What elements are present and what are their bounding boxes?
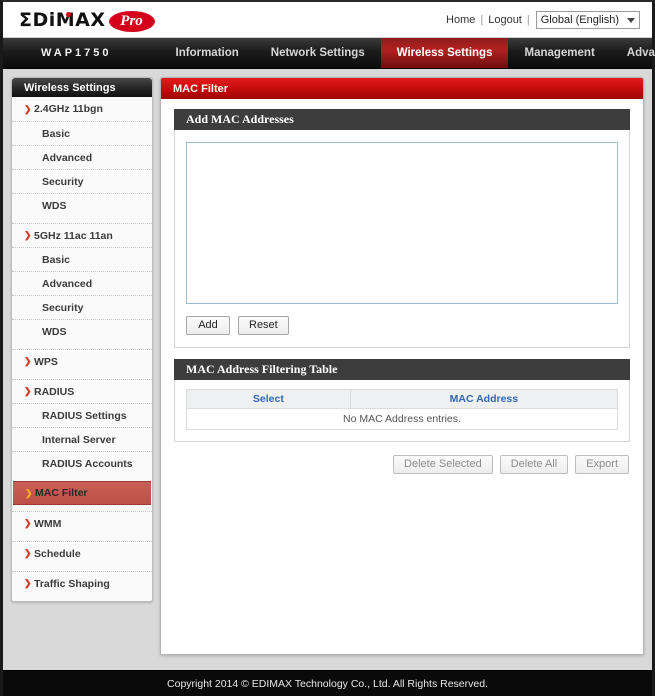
header-links: Home | Logout | Global (English) (441, 11, 640, 29)
mac-address-table-head: Select MAC Address (186, 389, 619, 409)
chevron-right-icon: ❯ (24, 356, 32, 366)
sidebar-item-traffic-shaping[interactable]: ❯ Traffic Shaping (12, 571, 152, 595)
chevron-right-icon: ❯ (24, 386, 32, 396)
sidebar-item-label: RADIUS (34, 385, 75, 398)
delete-all-button[interactable]: Delete All (499, 455, 569, 474)
add-mac-addresses-heading: Add MAC Addresses (174, 109, 630, 130)
sidebar-item-radius[interactable]: ❯ RADIUS (12, 379, 152, 403)
table-action-buttons: Delete Selected Delete All Export (174, 455, 630, 474)
table-row: No MAC Address entries. (186, 408, 618, 430)
mac-filtering-table-body: Select MAC Address No MAC Address entrie… (174, 380, 630, 442)
add-button[interactable]: Add (186, 316, 230, 335)
content-panel: MAC Filter Add MAC Addresses Add Reset M… (160, 77, 644, 655)
mac-filtering-table-panel: MAC Address Filtering Table Select MAC A… (174, 359, 630, 474)
sidebar-item-label: 5GHz 11ac 11an (34, 229, 113, 242)
sidebar-item-label: Advanced (42, 277, 93, 290)
sidebar-item-label: WDS (42, 199, 67, 212)
sidebar-item-label: RADIUS Settings (42, 409, 127, 422)
sidebar-item-wps[interactable]: ❯ WPS (12, 349, 152, 373)
sidebar-item-basic[interactable]: Basic (12, 247, 152, 271)
chevron-right-icon: ❯ (24, 518, 32, 528)
copyright-text: Copyright 2014 © EDIMAX Technology Co., … (167, 677, 488, 690)
sidebar-item-schedule[interactable]: ❯ Schedule (12, 541, 152, 565)
sidebar-item-label: Advanced (42, 151, 93, 164)
empty-message: No MAC Address entries. (186, 408, 618, 430)
edimax-pro-logo: ΣDiMAX Pro (19, 8, 155, 34)
logout-link[interactable]: Logout (483, 14, 527, 26)
nav-tab-management[interactable]: Management (508, 38, 610, 68)
sidebar-item-wds[interactable]: WDS (12, 193, 152, 217)
sidebar-item-2-4ghz-11bgn[interactable]: ❯ 2.4GHz 11bgn (12, 97, 152, 121)
nav-tab-list: Information Network Settings Wireless Sett… (160, 38, 655, 68)
sidebar-item-wds[interactable]: WDS (12, 319, 152, 343)
sidebar-item-internal-server[interactable]: Internal Server (12, 427, 152, 451)
sidebar-item-label: Security (42, 175, 84, 188)
add-mac-addresses-body: Add Reset (174, 130, 630, 348)
device-model-label: WAP1750 (41, 47, 112, 59)
sidebar-item-label: WMM (34, 517, 62, 530)
home-link[interactable]: Home (441, 14, 480, 26)
mac-filtering-table-heading: MAC Address Filtering Table (174, 359, 630, 380)
nav-tab-network-settings[interactable]: Network Settings (255, 38, 381, 68)
sidebar-item-label: Basic (42, 253, 71, 266)
page-body: Wireless Settings ❯ 2.4GHz 11bgn Basic Adva… (3, 69, 652, 670)
page-footer: Copyright 2014 © EDIMAX Technology Co., … (3, 670, 652, 696)
sidebar-item-radius-accounts[interactable]: RADIUS Accounts (12, 451, 152, 475)
page-title: MAC Filter (161, 78, 643, 99)
chevron-right-icon: ❯ (24, 578, 32, 588)
sidebar-item-label: WPS (34, 355, 58, 368)
export-button[interactable]: Export (575, 455, 629, 474)
add-mac-addresses-panel: Add MAC Addresses Add Reset (174, 109, 630, 348)
top-header: ΣDiMAX Pro Home | Logout | Global (Engli… (3, 2, 652, 38)
logo-dot-icon (66, 12, 71, 17)
sidebar-item-radius-settings[interactable]: RADIUS Settings (12, 403, 152, 427)
sidebar-item-label: MAC Filter (35, 487, 88, 499)
header-separator-2: | (526, 14, 530, 26)
sidebar-item-advanced[interactable]: Advanced (12, 271, 152, 295)
mac-addresses-textarea[interactable] (186, 142, 618, 304)
mac-address-table: Select MAC Address No MAC Address entrie… (186, 389, 619, 430)
delete-selected-button[interactable]: Delete Selected (393, 455, 493, 474)
mac-address-table-body: No MAC Address entries. (186, 408, 618, 430)
sidebar-item-advanced[interactable]: Advanced (12, 145, 152, 169)
logo-text: ΣDiMAX (19, 9, 106, 31)
sidebar-item-label: RADIUS Accounts (42, 457, 133, 470)
table-header-row: Select MAC Address (186, 389, 619, 409)
chevron-right-icon: ❯ (24, 548, 32, 558)
logo-pro-label: Pro (120, 12, 143, 29)
sidebar-item-label: WDS (42, 325, 67, 338)
nav-tab-advanced[interactable]: Advanced (611, 38, 655, 68)
sidebar-item-security[interactable]: Security (12, 295, 152, 319)
chevron-right-icon: ❯ (25, 487, 33, 498)
sidebar-item-basic[interactable]: Basic (12, 121, 152, 145)
chevron-right-icon: ❯ (24, 230, 32, 240)
sidebar-menu: Wireless Settings ❯ 2.4GHz 11bgn Basic Adva… (11, 77, 153, 602)
language-select-value: Global (English) (540, 14, 619, 26)
main-navigation: WAP1750 Information Network Settings Wirel… (3, 38, 655, 69)
sidebar-item-list: ❯ 2.4GHz 11bgn Basic Advanced Security WDS ❯ 5G… (12, 97, 152, 595)
sidebar-item-label: Security (42, 301, 84, 314)
logo-pro-badge: Pro (108, 10, 155, 32)
sidebar-item-security[interactable]: Security (12, 169, 152, 193)
reset-button[interactable]: Reset (238, 316, 289, 335)
nav-tab-information[interactable]: Information (160, 38, 255, 68)
sidebar-item-mac-filter[interactable]: ❯ MAC Filter (13, 481, 151, 505)
column-header-mac-address[interactable]: MAC Address (349, 389, 619, 409)
chevron-right-icon: ❯ (24, 103, 32, 114)
language-select[interactable]: Global (English) (535, 11, 640, 29)
sidebar-item-5ghz-11ac-11an[interactable]: ❯ 5GHz 11ac 11an (12, 223, 152, 247)
content-inner: Add MAC Addresses Add Reset MAC Address … (161, 99, 643, 474)
sidebar-item-label: Schedule (34, 547, 81, 560)
nav-tab-wireless-settings[interactable]: Wireless Settings (380, 38, 509, 68)
sidebar-item-label: 2.4GHz 11bgn (34, 103, 103, 115)
add-panel-buttons: Add Reset (186, 316, 618, 335)
chevron-down-icon (627, 17, 635, 23)
sidebar-item-label: Internal Server (42, 433, 116, 446)
app-window: ΣDiMAX Pro Home | Logout | Global (Engli… (0, 0, 655, 696)
sidebar-item-wmm[interactable]: ❯ WMM (12, 511, 152, 535)
sidebar-item-label: Traffic Shaping (34, 577, 110, 590)
column-header-select[interactable]: Select (186, 389, 351, 409)
sidebar-title: Wireless Settings (12, 78, 152, 97)
sidebar-item-label: Basic (42, 127, 71, 140)
